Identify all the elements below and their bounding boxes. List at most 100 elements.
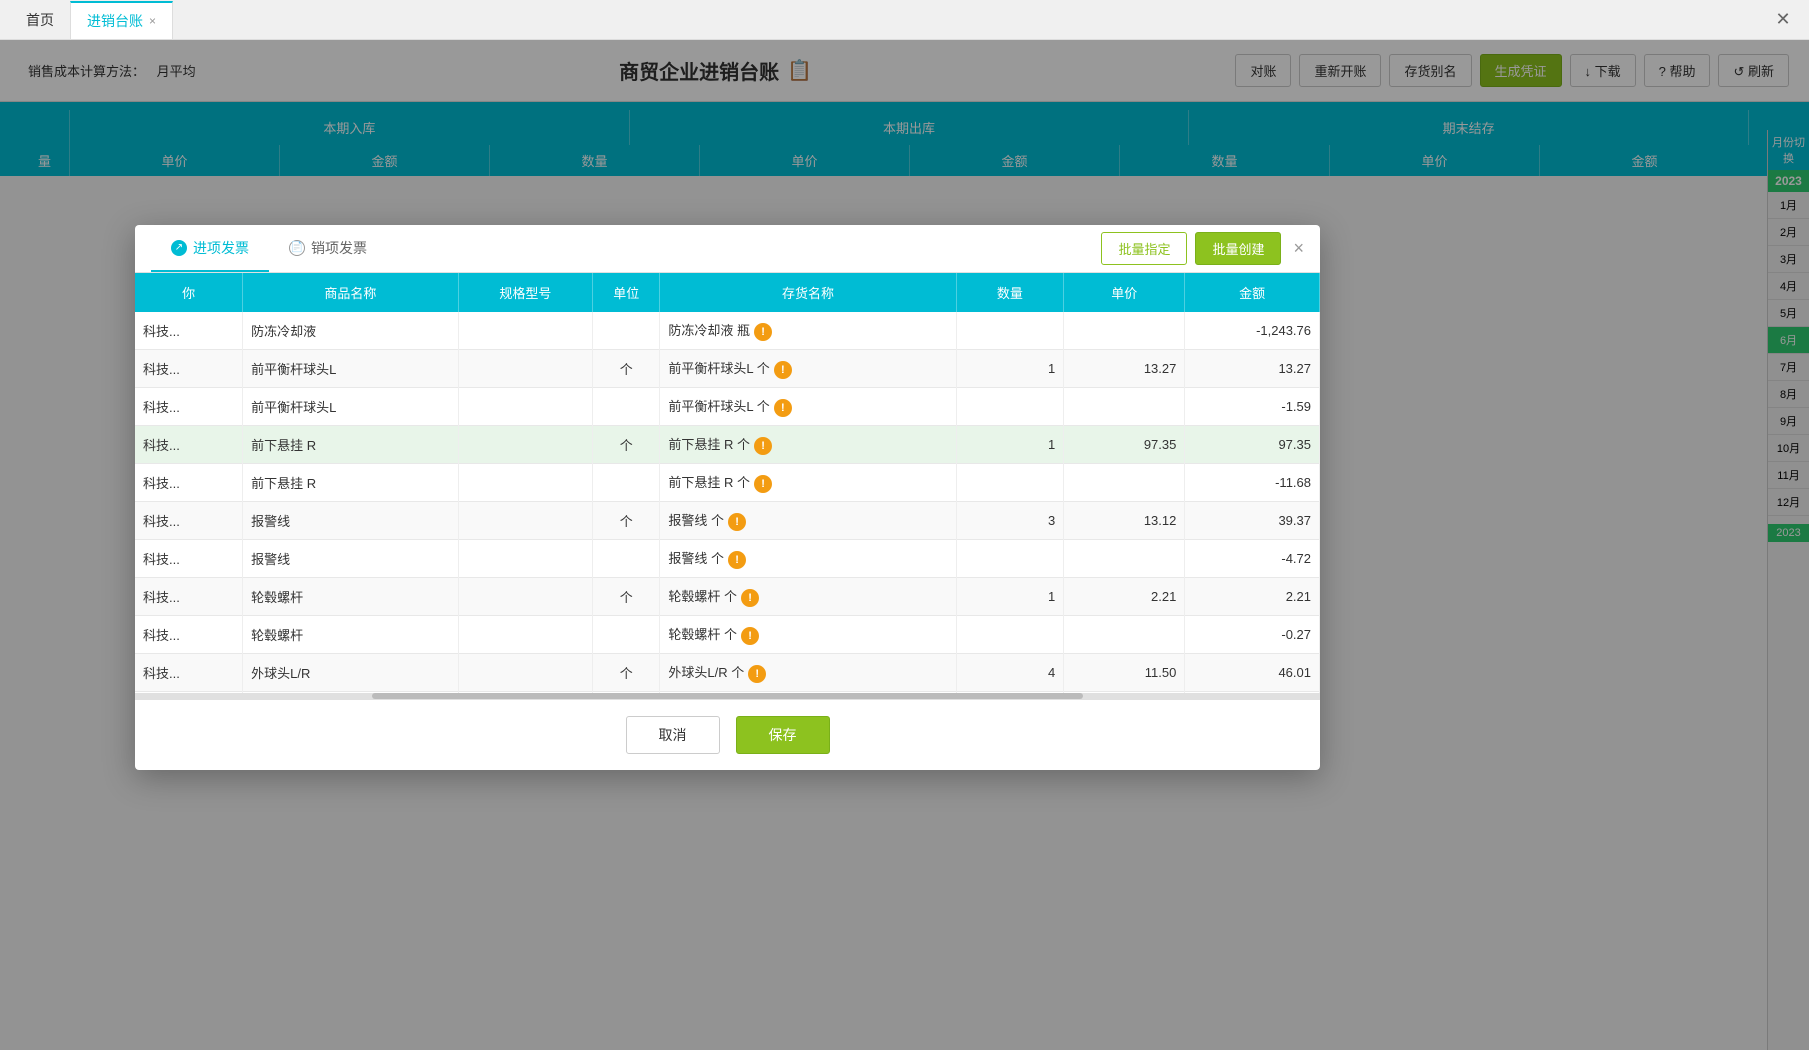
th-amount: 金额	[1185, 273, 1320, 312]
cell-unit	[593, 312, 660, 350]
tab-incoming-invoice[interactable]: ↗ 进项发票	[151, 226, 269, 272]
warning-icon: !	[754, 323, 772, 341]
table-row: 科技...前下悬挂 R前下悬挂 R 个!-11.68	[135, 464, 1320, 502]
table-row: 科技...外球头L/R个外球头L/R 个!411.5046.01	[135, 654, 1320, 692]
warning-icon: !	[754, 475, 772, 493]
invoice-table: 你 商品名称 规格型号 单位 存货名称 数量 单价 金额 科技...防冻冷却液防…	[135, 273, 1320, 693]
cell-product-name: 报警线	[243, 502, 458, 540]
save-button[interactable]: 保存	[736, 716, 830, 754]
cell-unit-price	[1064, 616, 1185, 654]
cell-inventory-name: 外球头L/R 个!	[660, 654, 956, 692]
window-close-button[interactable]: ✕	[1767, 4, 1799, 36]
table-row: 科技...报警线报警线 个!-4.72	[135, 540, 1320, 578]
cell-spec	[458, 502, 593, 540]
cell-spec	[458, 350, 593, 388]
cell-spec	[458, 312, 593, 350]
cell-amount: 97.35	[1185, 426, 1320, 464]
cell-spec	[458, 426, 593, 464]
cell-inventory-name: 前平衡杆球头L 个!	[660, 350, 956, 388]
cell-unit: 个	[593, 426, 660, 464]
cell-unit-price	[1064, 540, 1185, 578]
batch-assign-button[interactable]: 批量指定	[1101, 232, 1187, 265]
outgoing-invoice-icon: 📄	[289, 240, 305, 256]
th-quantity: 数量	[956, 273, 1064, 312]
th-company: 你	[135, 273, 243, 312]
cell-product-name: 轮毂螺杆	[243, 578, 458, 616]
cell-amount: 13.27	[1185, 350, 1320, 388]
cell-company: 科技...	[135, 464, 243, 502]
cell-product-name: 外球头L/R	[243, 654, 458, 692]
dialog-header: ↗ 进项发票 📄 销项发票 批量指定 批量创建 ×	[135, 225, 1320, 273]
cell-inventory-name: 报警线 个!	[660, 502, 956, 540]
cell-amount: 2.21	[1185, 578, 1320, 616]
cell-spec	[458, 578, 593, 616]
cell-spec	[458, 388, 593, 426]
dialog-close-button[interactable]: ×	[1293, 238, 1304, 259]
cell-unit-price	[1064, 312, 1185, 350]
cell-company: 科技...	[135, 350, 243, 388]
horizontal-scrollbar[interactable]	[135, 693, 1320, 699]
cell-amount: -1,243.76	[1185, 312, 1320, 350]
cell-unit: 个	[593, 350, 660, 388]
warning-icon: !	[741, 627, 759, 645]
cancel-button[interactable]: 取消	[626, 716, 720, 754]
cell-company: 科技...	[135, 426, 243, 464]
cell-amount: -1.59	[1185, 388, 1320, 426]
batch-create-button[interactable]: 批量创建	[1195, 232, 1281, 265]
tab-ledger[interactable]: 进销台账 ×	[70, 1, 173, 39]
dialog-footer: 取消 保存	[135, 699, 1320, 770]
tab-bar: 首页 进销台账 × ✕	[0, 0, 1809, 40]
th-product-name: 商品名称	[243, 273, 458, 312]
dialog-table-body: 你 商品名称 规格型号 单位 存货名称 数量 单价 金额 科技...防冻冷却液防…	[135, 273, 1320, 693]
cell-quantity: 4	[956, 654, 1064, 692]
cell-quantity	[956, 464, 1064, 502]
cell-amount: 46.01	[1185, 654, 1320, 692]
cell-unit-price: 11.50	[1064, 654, 1185, 692]
cell-quantity	[956, 616, 1064, 654]
th-inventory-name: 存货名称	[660, 273, 956, 312]
cell-quantity: 1	[956, 350, 1064, 388]
tab-home[interactable]: 首页	[10, 2, 70, 38]
cell-product-name: 前下悬挂 R	[243, 464, 458, 502]
cell-inventory-name: 轮毂螺杆 个!	[660, 578, 956, 616]
th-unit-price: 单价	[1064, 273, 1185, 312]
cell-company: 科技...	[135, 654, 243, 692]
table-row: 科技...防冻冷却液防冻冷却液 瓶!-1,243.76	[135, 312, 1320, 350]
cell-quantity: 1	[956, 578, 1064, 616]
cell-company: 科技...	[135, 540, 243, 578]
cell-unit-price	[1064, 464, 1185, 502]
cell-spec	[458, 654, 593, 692]
cell-amount: 39.37	[1185, 502, 1320, 540]
cell-unit	[593, 616, 660, 654]
cell-quantity: 1	[956, 426, 1064, 464]
cell-product-name: 前下悬挂 R	[243, 426, 458, 464]
cell-company: 科技...	[135, 502, 243, 540]
cell-unit	[593, 388, 660, 426]
cell-spec	[458, 540, 593, 578]
cell-inventory-name: 前下悬挂 R 个!	[660, 426, 956, 464]
th-unit: 单位	[593, 273, 660, 312]
cell-unit	[593, 464, 660, 502]
cell-company: 科技...	[135, 312, 243, 350]
tab-outgoing-invoice[interactable]: 📄 销项发票	[269, 226, 387, 272]
warning-icon: !	[754, 437, 772, 455]
cell-unit: 个	[593, 578, 660, 616]
cell-amount: -11.68	[1185, 464, 1320, 502]
scrollbar-thumb[interactable]	[372, 693, 1083, 699]
warning-icon: !	[774, 361, 792, 379]
cell-unit-price: 13.12	[1064, 502, 1185, 540]
cell-product-name: 轮毂螺杆	[243, 616, 458, 654]
cell-unit-price: 13.27	[1064, 350, 1185, 388]
cell-amount: -0.27	[1185, 616, 1320, 654]
dialog-tabs: ↗ 进项发票 📄 销项发票	[151, 226, 387, 272]
cell-spec	[458, 616, 593, 654]
cell-company: 科技...	[135, 388, 243, 426]
cell-unit	[593, 540, 660, 578]
cell-company: 科技...	[135, 578, 243, 616]
table-header-row: 你 商品名称 规格型号 单位 存货名称 数量 单价 金额	[135, 273, 1320, 312]
tab-close-icon[interactable]: ×	[149, 14, 156, 28]
cell-spec	[458, 464, 593, 502]
invoice-dialog: ↗ 进项发票 📄 销项发票 批量指定 批量创建 × 你 商品名称	[135, 225, 1320, 770]
cell-quantity	[956, 312, 1064, 350]
dialog-actions: 批量指定 批量创建	[1101, 232, 1281, 265]
